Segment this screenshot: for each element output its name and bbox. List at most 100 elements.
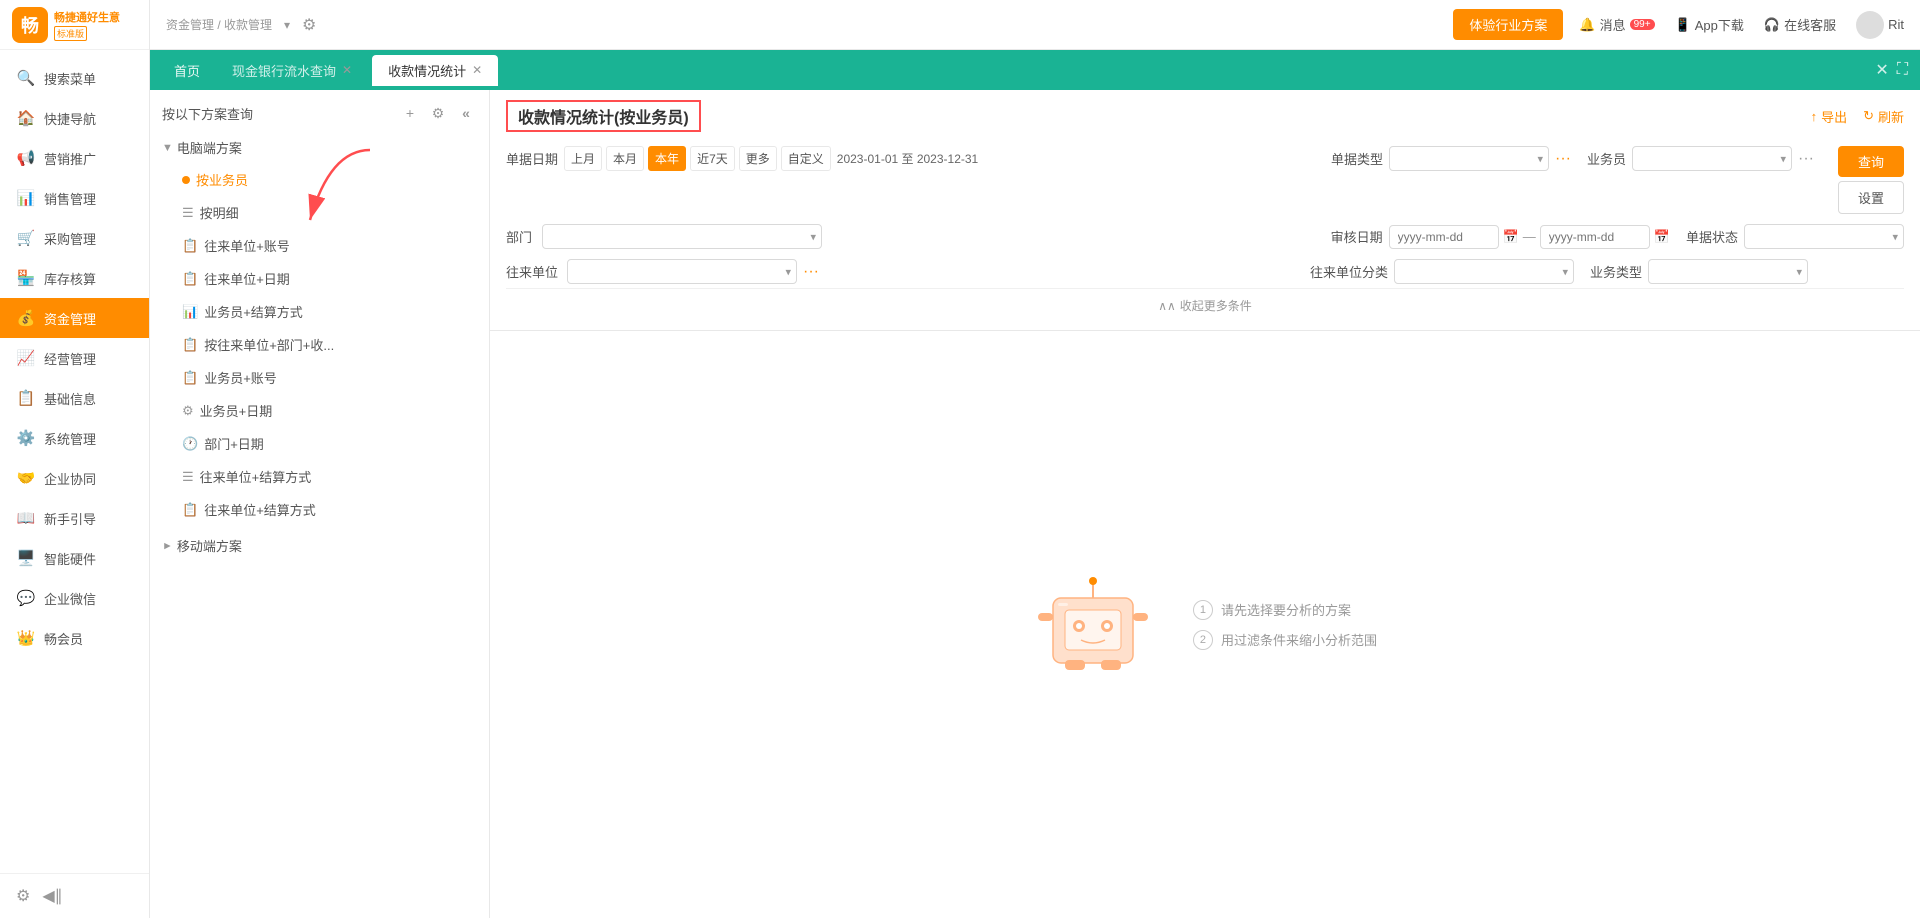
sidebar-item-basic[interactable]: 📋 基础信息: [0, 378, 149, 418]
tab-receipt[interactable]: 收款情况统计 ✕: [372, 55, 498, 86]
review-date-start[interactable]: [1389, 225, 1499, 249]
sidebar-nav: 🔍 搜索菜单 🏠 快捷导航 📢 营销推广 📊 销售管理 🛒 采购管理 🏪 库存核…: [0, 50, 149, 873]
refresh-btn[interactable]: ↻ 刷新: [1863, 107, 1904, 126]
mobile-section-arrow-icon: ▼: [161, 540, 173, 551]
dept-select-wrap: [542, 224, 822, 249]
unit-date-icon: 📋: [182, 271, 198, 287]
doc-type-more-icon[interactable]: ···: [1555, 150, 1571, 168]
sidebar: 畅 畅捷通好生意 标准版 🔍 搜索菜单 🏠 快捷导航 📢 营销推广 📊 销售管理…: [0, 0, 150, 918]
scheme-item-dept-date[interactable]: 🕐 部门+日期: [150, 427, 489, 460]
page-actions: ↑ 导出 ↻ 刷新: [1811, 107, 1904, 126]
online-service-btn[interactable]: 🎧 在线客服: [1764, 15, 1836, 34]
counterpart-category-select[interactable]: [1394, 259, 1574, 284]
empty-robot-svg: [1033, 568, 1153, 678]
window-close-icon[interactable]: ✕: [1875, 60, 1888, 80]
counterpart-category-filter: 往来单位分类: [1310, 259, 1574, 284]
empty-step-2: 2 用过滤条件来缩小分析范围: [1193, 630, 1377, 650]
sidebar-item-member[interactable]: 👑 畅会员: [0, 618, 149, 658]
tab-bank-close-icon[interactable]: ✕: [342, 63, 352, 77]
empty-state: 1 请先选择要分析的方案 2 用过滤条件来缩小分析范围: [1033, 568, 1377, 681]
scheme-item-salesman-settle[interactable]: 📊 业务员+结算方式: [150, 295, 489, 328]
content-area: 按以下方案查询 + ⚙ « ▼ 电脑端方案 按业务员: [150, 90, 1920, 918]
scheme-settings-btn[interactable]: ⚙: [427, 102, 449, 124]
window-maximize-icon[interactable]: ⛶: [1897, 61, 1908, 79]
avatar-image: [1856, 11, 1884, 39]
pc-section-header[interactable]: ▼ 电脑端方案: [150, 132, 489, 163]
phone-icon: 📱: [1675, 17, 1691, 33]
counterpart-more-icon[interactable]: ···: [803, 263, 819, 281]
collapse-panel-btn[interactable]: «: [455, 102, 477, 124]
sidebar-item-operations[interactable]: 📈 经营管理: [0, 338, 149, 378]
date-btn-this-year[interactable]: 本年: [648, 146, 686, 171]
calendar-start-icon[interactable]: 📅: [1503, 229, 1519, 245]
date-btn-7days[interactable]: 近7天: [690, 146, 735, 171]
sidebar-item-purchase[interactable]: 🛒 采购管理: [0, 218, 149, 258]
query-btn[interactable]: 查询: [1838, 146, 1904, 177]
biz-type-select[interactable]: [1648, 259, 1808, 284]
sidebar-item-sales[interactable]: 📊 销售管理: [0, 178, 149, 218]
counterpart-select[interactable]: [567, 259, 797, 284]
collapse-bar[interactable]: ∧∧ 收起更多条件: [506, 288, 1904, 322]
biz-type-filter: 业务类型: [1590, 259, 1808, 284]
tab-bank[interactable]: 现金银行流水查询 ✕: [216, 55, 368, 86]
tab-home[interactable]: 首页: [162, 55, 212, 86]
date-btn-more[interactable]: 更多: [739, 146, 777, 171]
page-title-row: 收款情况统计(按业务员) ↑ 导出 ↻ 刷新: [490, 90, 1920, 138]
page-title: 收款情况统计(按业务员): [518, 104, 689, 128]
sidebar-item-finance[interactable]: 💰 资金管理: [0, 298, 149, 338]
sidebar-item-enterprise[interactable]: 🤝 企业协同: [0, 458, 149, 498]
scheme-item-unit-settle2[interactable]: 📋 往来单位+结算方式: [150, 493, 489, 526]
tab-receipt-close-icon[interactable]: ✕: [472, 63, 482, 77]
trial-btn[interactable]: 体验行业方案: [1453, 9, 1563, 40]
doc-type-select-wrap: [1389, 146, 1549, 171]
sidebar-item-inventory[interactable]: 🏪 库存核算: [0, 258, 149, 298]
sidebar-item-marketing[interactable]: 📢 营销推广: [0, 138, 149, 178]
app-download-btn[interactable]: 📱 App下载: [1675, 15, 1744, 34]
sidebar-item-system[interactable]: ⚙️ 系统管理: [0, 418, 149, 458]
step-2-num: 2: [1193, 630, 1213, 650]
salesman-select[interactable]: [1632, 146, 1792, 171]
export-btn[interactable]: ↑ 导出: [1811, 107, 1848, 126]
calendar-end-icon[interactable]: 📅: [1654, 229, 1670, 245]
scheme-item-salesman-account[interactable]: 📋 业务员+账号: [150, 361, 489, 394]
sidebar-item-wechat[interactable]: 💬 企业微信: [0, 578, 149, 618]
unit-dept-icon: 📋: [182, 337, 198, 353]
scheme-item-detail[interactable]: ☰ 按明细: [150, 196, 489, 229]
salesman-more-icon[interactable]: ···: [1798, 150, 1814, 168]
doc-type-select[interactable]: [1389, 146, 1549, 171]
basic-icon: 📋: [16, 388, 36, 408]
home-icon: 🏠: [16, 108, 36, 128]
scheme-item-unit-settle1[interactable]: ☰ 往来单位+结算方式: [150, 460, 489, 493]
date-btn-last-month[interactable]: 上月: [564, 146, 602, 171]
inventory-icon: 🏪: [16, 268, 36, 288]
review-date-end[interactable]: [1540, 225, 1650, 249]
filter-row-2: 部门 审核日期 📅 —: [506, 224, 1904, 249]
doc-status-select[interactable]: [1744, 224, 1904, 249]
mobile-section-header[interactable]: ▼ 移动端方案: [150, 530, 489, 561]
date-btn-custom[interactable]: 自定义: [781, 146, 831, 171]
sales-icon: 📊: [16, 188, 36, 208]
scheme-item-salesman-date[interactable]: ⚙ 业务员+日期: [150, 394, 489, 427]
sidebar-item-search[interactable]: 🔍 搜索菜单: [0, 58, 149, 98]
topbar-gear-icon[interactable]: ⚙: [302, 15, 316, 35]
messages-btn[interactable]: 🔔 消息 99+: [1579, 15, 1654, 34]
user-avatar[interactable]: Rit: [1856, 11, 1904, 39]
sidebar-item-quicknav[interactable]: 🏠 快捷导航: [0, 98, 149, 138]
date-btn-this-month[interactable]: 本月: [606, 146, 644, 171]
settings-bottom-icon[interactable]: ⚙: [16, 886, 30, 906]
page-title-box: 收款情况统计(按业务员): [506, 100, 701, 132]
scheme-item-unit-date[interactable]: 📋 往来单位+日期: [150, 262, 489, 295]
add-scheme-btn[interactable]: +: [399, 102, 421, 124]
scheme-item-unit-dept[interactable]: 📋 按往来单位+部门+收...: [150, 328, 489, 361]
counterpart-label: 往来单位: [506, 262, 561, 281]
dept-select[interactable]: [542, 224, 822, 249]
collapse-sidebar-icon[interactable]: ◀∥: [42, 886, 62, 906]
scheme-item-salesman[interactable]: 按业务员: [150, 163, 489, 196]
sidebar-item-hardware[interactable]: 🖥️ 智能硬件: [0, 538, 149, 578]
scheme-item-unit-account[interactable]: 📋 往来单位+账号: [150, 229, 489, 262]
salesman-label: 业务员: [1587, 149, 1626, 168]
unit-settle2-icon: 📋: [182, 502, 198, 518]
settings-btn[interactable]: 设置: [1838, 181, 1904, 214]
salesman-date-icon: ⚙: [182, 403, 194, 419]
sidebar-item-guide[interactable]: 📖 新手引导: [0, 498, 149, 538]
